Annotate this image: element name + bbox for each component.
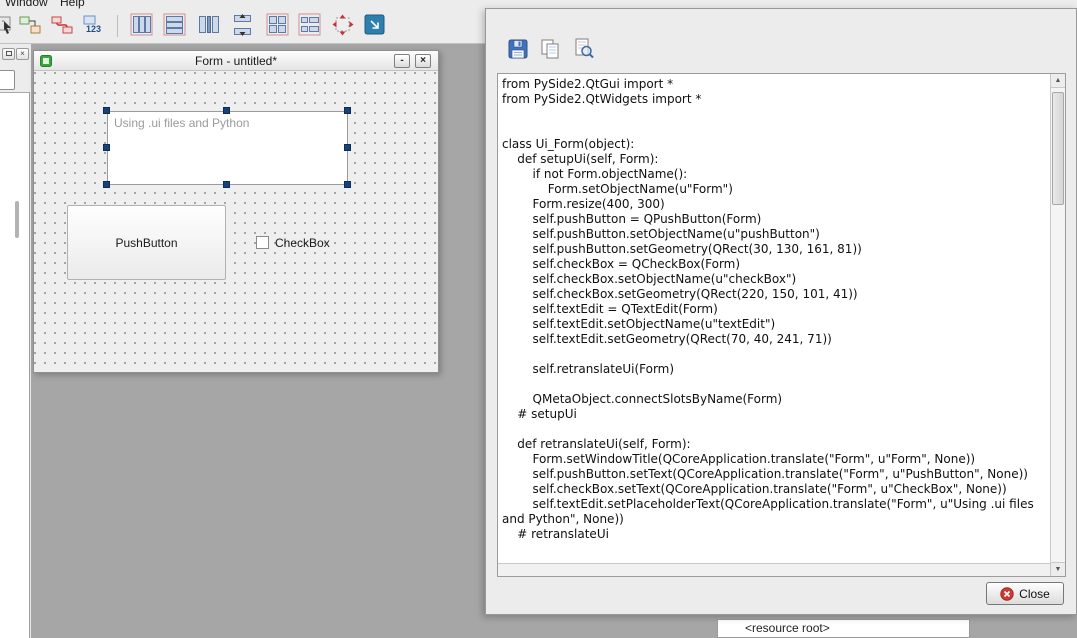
form-window: Form - untitled* - × Using .ui files and… [33, 50, 439, 373]
scrollbar-handle[interactable] [1052, 92, 1064, 205]
layout-horizontal-icon [130, 13, 154, 37]
dialog-close-icon [1000, 587, 1014, 601]
save-icon [506, 37, 530, 61]
adjust-size-button[interactable] [363, 13, 389, 39]
close-button-label: Close [1019, 587, 1050, 601]
form-window-titlebar[interactable]: Form - untitled* - × [34, 51, 438, 71]
break-layout-button[interactable] [331, 13, 357, 39]
layout-form-button[interactable] [298, 13, 324, 39]
code-textarea[interactable]: from PySide2.QtGui import * from PySide2… [497, 73, 1066, 577]
break-layout-icon [331, 13, 355, 37]
layout-form-icon [298, 13, 322, 37]
vertical-scrollbar[interactable]: ▲ ▼ [1050, 74, 1065, 576]
widget-filter-input[interactable] [0, 70, 15, 90]
textedit-placeholder: Using .ui files and Python [108, 112, 347, 134]
pushbutton-label: PushButton [115, 236, 177, 250]
edit-buddies-button[interactable] [50, 13, 76, 39]
layout-splitter-vertical-button[interactable] [231, 13, 257, 39]
selection-handle-nw[interactable] [103, 107, 110, 114]
toolbar-separator [117, 15, 118, 37]
svg-text:123: 123 [86, 24, 101, 34]
pushbutton-widget[interactable]: PushButton [67, 205, 226, 280]
edit-tab-order-icon: 123 [82, 13, 106, 37]
close-icon: × [20, 49, 25, 58]
arrow-down-icon: ▼ [1055, 566, 1062, 573]
selection-handle-n[interactable] [223, 107, 230, 114]
menu-window[interactable]: Window [5, 0, 48, 9]
copy-button[interactable] [538, 37, 564, 63]
close-button[interactable]: × [415, 54, 431, 68]
minimize-button[interactable]: - [394, 54, 410, 68]
checkbox-widget[interactable]: CheckBox [256, 235, 330, 250]
find-button[interactable] [572, 37, 598, 63]
checkbox-indicator[interactable] [256, 236, 269, 249]
close-dialog-button[interactable]: Close [986, 582, 1064, 605]
selection-handle-ne[interactable] [344, 107, 351, 114]
layout-grid-button[interactable] [266, 13, 292, 39]
dock-close-button[interactable]: × [16, 48, 29, 60]
selection-handle-se[interactable] [344, 181, 351, 188]
form-canvas[interactable]: Using .ui files and Python PushButton Ch… [34, 72, 438, 372]
edit-widgets-icon [0, 13, 16, 37]
find-icon [572, 37, 596, 61]
layout-grid-icon [266, 13, 290, 37]
generated-code[interactable]: from PySide2.QtGui import * from PySide2… [498, 74, 1050, 563]
qt-designer-workspace: Window Help [0, 0, 1077, 638]
form-window-title: Form - untitled* [34, 51, 438, 71]
selection-handle-sw[interactable] [103, 181, 110, 188]
float-icon [6, 51, 12, 56]
widget-box-scrollbar[interactable] [15, 201, 19, 238]
save-button[interactable] [506, 37, 532, 63]
arrow-up-icon: ▲ [1055, 77, 1062, 84]
edit-signals-slots-button[interactable] [18, 13, 44, 39]
adjust-size-icon [363, 13, 387, 37]
scroll-up-button[interactable]: ▲ [1051, 74, 1065, 88]
edit-signals-slots-icon [18, 13, 42, 37]
edit-tab-order-button[interactable]: 123 [82, 13, 108, 39]
resource-root-item[interactable]: <resource root> [745, 621, 830, 635]
menu-help[interactable]: Help [60, 0, 85, 9]
edit-buddies-icon [50, 13, 74, 37]
horizontal-scrollbar[interactable] [498, 563, 1050, 576]
dock-float-button[interactable] [2, 48, 15, 60]
layout-splitter-horizontal-icon [197, 13, 221, 37]
code-preview-dialog: from PySide2.QtGui import * from PySide2… [485, 8, 1077, 615]
copy-icon [538, 37, 562, 61]
textedit-widget[interactable]: Using .ui files and Python [107, 111, 348, 185]
selection-handle-e[interactable] [344, 144, 351, 151]
widget-box-dock: × [0, 44, 31, 638]
layout-splitter-vertical-icon [231, 13, 255, 37]
resource-browser-panel: <resource root> [717, 619, 970, 638]
selection-handle-s[interactable] [223, 181, 230, 188]
checkbox-label: CheckBox [275, 236, 330, 250]
layout-vertical-button[interactable] [163, 13, 189, 39]
layout-horizontal-button[interactable] [130, 13, 156, 39]
scroll-down-button[interactable]: ▼ [1051, 562, 1065, 576]
layout-splitter-horizontal-button[interactable] [197, 13, 223, 39]
selection-handle-w[interactable] [103, 144, 110, 151]
edit-widgets-button[interactable] [0, 13, 18, 39]
widget-box-list [0, 92, 30, 638]
layout-vertical-icon [163, 13, 187, 37]
